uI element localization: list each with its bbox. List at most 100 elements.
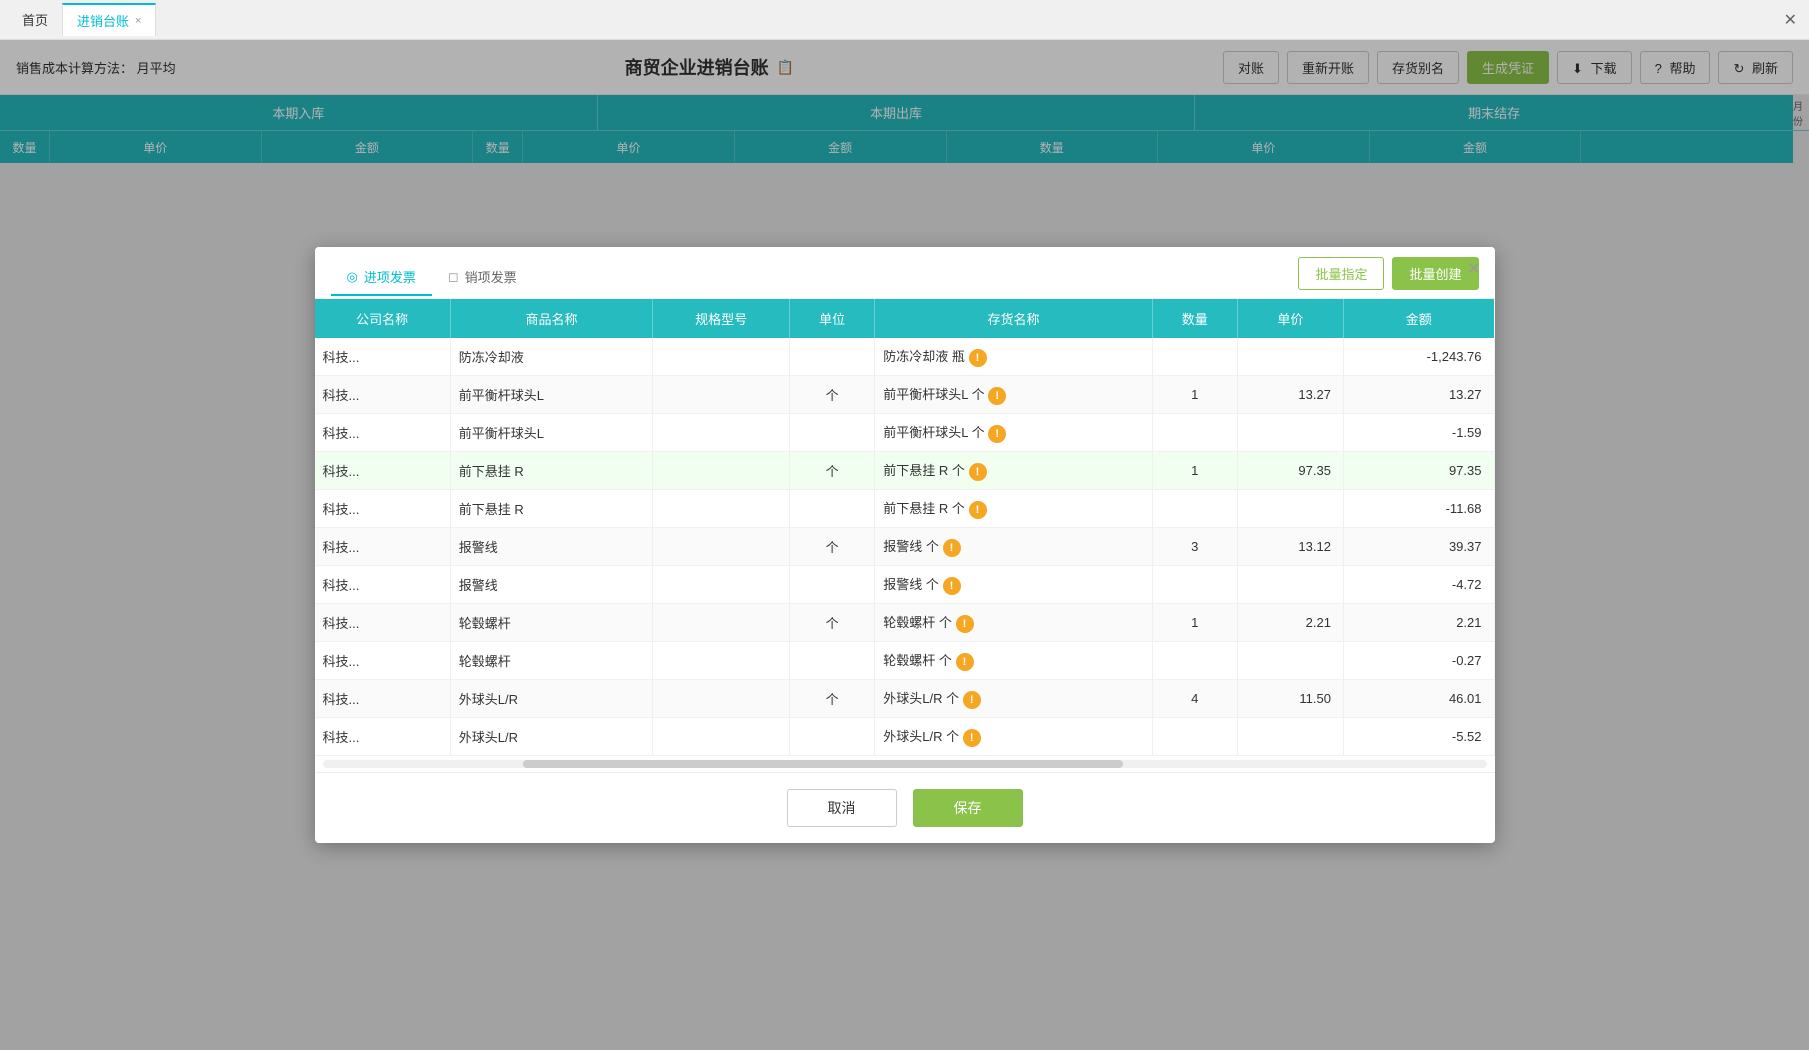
data-cell: 科技...	[315, 642, 451, 680]
data-cell: -1,243.76	[1343, 338, 1494, 376]
tab-active[interactable]: 进销台账 ×	[62, 3, 156, 36]
data-cell	[653, 680, 790, 718]
data-cell	[790, 414, 875, 452]
data-cell: 报警线	[450, 566, 653, 604]
data-cell	[653, 414, 790, 452]
warning-icon: !	[969, 501, 987, 519]
data-cell	[653, 528, 790, 566]
modal-tab-actions: 批量指定 批量创建	[1298, 257, 1478, 298]
tab-sales-invoice[interactable]: ◻ 销项发票	[432, 259, 533, 296]
tab-close-icon[interactable]: ×	[135, 15, 141, 27]
data-cell: 97.35	[1237, 452, 1343, 490]
inventory-cell: 前平衡杆球头L 个 !	[875, 376, 1152, 414]
inventory-cell: 前下悬挂 R 个 !	[875, 490, 1152, 528]
modal-close-icon[interactable]: ✕	[1467, 259, 1480, 279]
tab-purchase-invoice[interactable]: ◎ 进项发票	[331, 259, 432, 296]
col-spec: 规格型号	[653, 299, 790, 338]
data-cell: 2.21	[1343, 604, 1494, 642]
table-row: 科技...前平衡杆球头L前平衡杆球头L 个 !-1.59	[315, 414, 1495, 452]
main-area: 销售成本计算方法： 月平均 商贸企业进销台账 📋 对账 重新开账 存货别名 生成…	[0, 40, 1809, 1050]
warning-icon: !	[963, 729, 981, 747]
data-cell	[1152, 642, 1237, 680]
modal-overlay: ◎ 进项发票 ◻ 销项发票 批量指定 批量创建 ✕ 公司	[0, 40, 1809, 1050]
modal-footer: 取消 保存	[315, 772, 1495, 843]
data-cell	[1152, 718, 1237, 756]
table-row: 科技...前下悬挂 R前下悬挂 R 个 !-11.68	[315, 490, 1495, 528]
data-cell: 1	[1152, 376, 1237, 414]
data-cell: 科技...	[315, 376, 451, 414]
cancel-button[interactable]: 取消	[787, 789, 897, 827]
inventory-cell: 轮毂螺杆 个 !	[875, 604, 1152, 642]
col-company: 公司名称	[315, 299, 451, 338]
table-row: 科技...前平衡杆球头L个前平衡杆球头L 个 !113.2713.27	[315, 376, 1495, 414]
data-cell: 前下悬挂 R	[450, 452, 653, 490]
col-unit: 单位	[790, 299, 875, 338]
data-cell: 13.12	[1237, 528, 1343, 566]
data-cell	[1152, 490, 1237, 528]
window-close-button[interactable]: ✕	[1784, 10, 1797, 30]
batch-assign-button[interactable]: 批量指定	[1298, 257, 1384, 290]
data-cell	[1237, 566, 1343, 604]
save-button[interactable]: 保存	[913, 789, 1023, 827]
col-product-name: 商品名称	[450, 299, 653, 338]
data-cell: 防冻冷却液	[450, 338, 653, 376]
table-row: 科技...报警线报警线 个 !-4.72	[315, 566, 1495, 604]
data-cell	[1237, 338, 1343, 376]
data-cell	[653, 490, 790, 528]
data-cell: 13.27	[1343, 376, 1494, 414]
data-cell	[790, 566, 875, 604]
data-cell	[653, 642, 790, 680]
data-cell	[653, 338, 790, 376]
table-row: 科技...外球头L/R外球头L/R 个 !-5.52	[315, 718, 1495, 756]
data-cell: 个	[790, 680, 875, 718]
data-cell	[1237, 718, 1343, 756]
data-cell: 个	[790, 528, 875, 566]
inventory-cell: 外球头L/R 个 !	[875, 718, 1152, 756]
data-cell: 个	[790, 376, 875, 414]
table-row: 科技...防冻冷却液 防冻冷却液 瓶 ! -1,243.76	[315, 338, 1495, 376]
table-row: 科技...外球头L/R个外球头L/R 个 !411.5046.01	[315, 680, 1495, 718]
sales-icon: ◻	[448, 269, 459, 285]
data-cell	[653, 376, 790, 414]
table-row: 科技...报警线个报警线 个 !313.1239.37	[315, 528, 1495, 566]
data-cell: 科技...	[315, 566, 451, 604]
data-cell: 2.21	[1237, 604, 1343, 642]
modal-scrollbar-thumb	[523, 760, 1123, 768]
data-cell	[653, 452, 790, 490]
modal-table[interactable]: 公司名称 商品名称 规格型号 单位 存货名称 数量 单价 金额 科技...防冻冷…	[315, 299, 1495, 756]
data-cell	[790, 338, 875, 376]
warning-icon: !	[956, 653, 974, 671]
data-cell: -1.59	[1343, 414, 1494, 452]
modal-scrollbar[interactable]	[323, 760, 1487, 768]
data-cell	[1237, 414, 1343, 452]
purchase-icon: ◎	[347, 269, 358, 285]
data-cell	[790, 642, 875, 680]
data-cell: 科技...	[315, 490, 451, 528]
data-cell: 科技...	[315, 338, 451, 376]
data-cell: 个	[790, 452, 875, 490]
data-cell: 报警线	[450, 528, 653, 566]
data-cell: 科技...	[315, 414, 451, 452]
data-cell	[1152, 566, 1237, 604]
tab-home[interactable]: 首页	[8, 4, 62, 35]
data-cell	[790, 718, 875, 756]
data-cell	[1237, 642, 1343, 680]
data-cell: 个	[790, 604, 875, 642]
data-cell	[653, 566, 790, 604]
col-amount: 金额	[1343, 299, 1494, 338]
inventory-cell: 防冻冷却液 瓶 !	[875, 338, 1152, 376]
data-cell: -5.52	[1343, 718, 1494, 756]
table-row: 科技...轮毂螺杆轮毂螺杆 个 !-0.27	[315, 642, 1495, 680]
data-cell	[653, 718, 790, 756]
batch-create-button[interactable]: 批量创建	[1392, 257, 1478, 290]
data-cell: 97.35	[1343, 452, 1494, 490]
data-cell: -0.27	[1343, 642, 1494, 680]
data-cell: 39.37	[1343, 528, 1494, 566]
data-cell: 46.01	[1343, 680, 1494, 718]
inventory-cell: 外球头L/R 个 !	[875, 680, 1152, 718]
data-cell: 外球头L/R	[450, 718, 653, 756]
invoice-table: 公司名称 商品名称 规格型号 单位 存货名称 数量 单价 金额 科技...防冻冷…	[315, 299, 1495, 756]
modal-tabs: ◎ 进项发票 ◻ 销项发票 批量指定 批量创建 ✕	[315, 247, 1495, 299]
data-cell: 外球头L/R	[450, 680, 653, 718]
data-cell: -4.72	[1343, 566, 1494, 604]
